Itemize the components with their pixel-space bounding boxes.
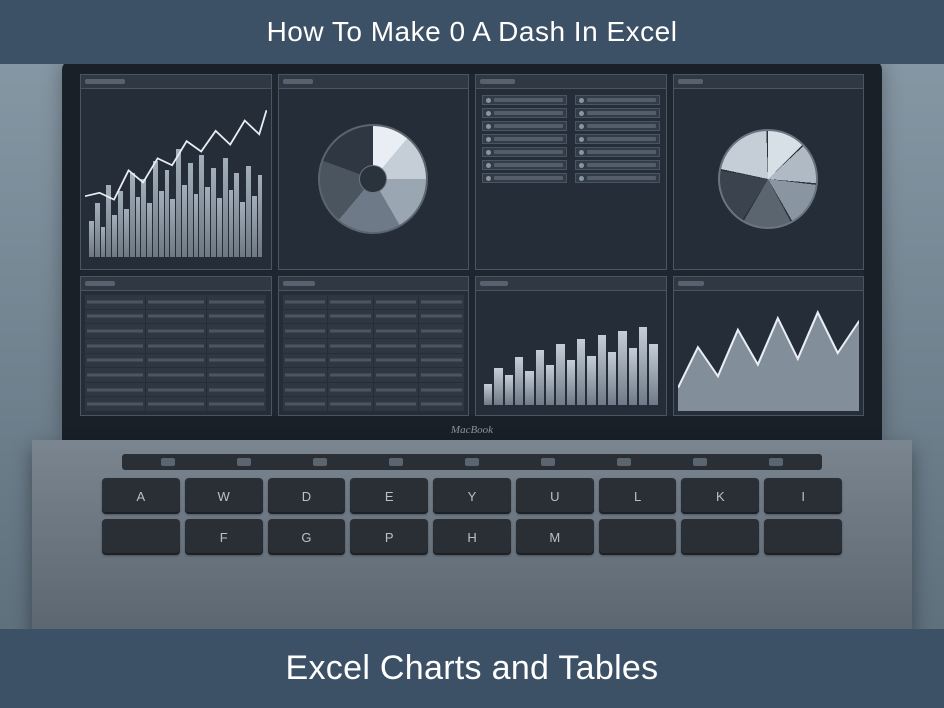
legend-item bbox=[482, 108, 567, 118]
subtitle-text: Excel Charts and Tables bbox=[286, 649, 659, 687]
panel-header bbox=[476, 277, 666, 291]
laptop-screen-bezel: MacBook bbox=[62, 60, 882, 440]
panel-header bbox=[674, 75, 864, 89]
pie-gauge bbox=[318, 124, 428, 234]
panel-header bbox=[81, 277, 271, 291]
key: K bbox=[681, 478, 759, 514]
legend-item bbox=[575, 121, 660, 131]
key bbox=[102, 519, 180, 555]
legend-item bbox=[575, 134, 660, 144]
panel-pie-segments bbox=[673, 74, 865, 270]
panel-header bbox=[674, 277, 864, 291]
panel-legend-controls bbox=[475, 74, 667, 270]
panel-barline-chart bbox=[80, 74, 272, 270]
key: W bbox=[185, 478, 263, 514]
key: L bbox=[599, 478, 677, 514]
key: F bbox=[185, 519, 263, 555]
legend-item bbox=[482, 147, 567, 157]
panel-header bbox=[279, 277, 469, 291]
keyboard: A W D E Y U L K I F G P H M bbox=[62, 478, 882, 555]
key: U bbox=[516, 478, 594, 514]
dashboard-screen bbox=[80, 74, 864, 416]
legend-item bbox=[575, 160, 660, 170]
key bbox=[681, 519, 759, 555]
panel-radial-gauge bbox=[278, 74, 470, 270]
legend-item bbox=[482, 173, 567, 183]
legend-item bbox=[575, 108, 660, 118]
legend-item bbox=[482, 160, 567, 170]
legend-item bbox=[575, 147, 660, 157]
title-text: How To Make 0 A Dash In Excel bbox=[267, 16, 678, 47]
key: G bbox=[268, 519, 346, 555]
panel-header bbox=[476, 75, 666, 89]
key: M bbox=[516, 519, 594, 555]
key: Y bbox=[433, 478, 511, 514]
legend-item bbox=[575, 95, 660, 105]
pie-wheel bbox=[718, 129, 818, 229]
panel-header bbox=[279, 75, 469, 89]
laptop-illustration: MacBook A W D E Y U L K I F G P bbox=[32, 60, 912, 640]
panel-header bbox=[81, 75, 271, 89]
title-banner-top: How To Make 0 A Dash In Excel bbox=[0, 0, 944, 64]
laptop-brand-logo: MacBook bbox=[451, 424, 493, 436]
key: E bbox=[350, 478, 428, 514]
key bbox=[599, 519, 677, 555]
panel-mini-bars bbox=[475, 276, 667, 416]
key: P bbox=[350, 519, 428, 555]
panel-area-chart bbox=[673, 276, 865, 416]
key: I bbox=[764, 478, 842, 514]
legend-item bbox=[575, 173, 660, 183]
legend-item bbox=[482, 121, 567, 131]
legend-item bbox=[482, 95, 567, 105]
panel-data-table-1 bbox=[80, 276, 272, 416]
title-banner-bottom: Excel Charts and Tables bbox=[0, 629, 944, 708]
laptop-keyboard-deck: A W D E Y U L K I F G P H M bbox=[32, 440, 912, 640]
panel-data-table-2 bbox=[278, 276, 470, 416]
key: D bbox=[268, 478, 346, 514]
touch-bar bbox=[122, 454, 822, 470]
key: A bbox=[102, 478, 180, 514]
key bbox=[764, 519, 842, 555]
legend-item bbox=[482, 134, 567, 144]
key: H bbox=[433, 519, 511, 555]
area-series bbox=[678, 295, 860, 411]
line-series bbox=[85, 93, 267, 265]
